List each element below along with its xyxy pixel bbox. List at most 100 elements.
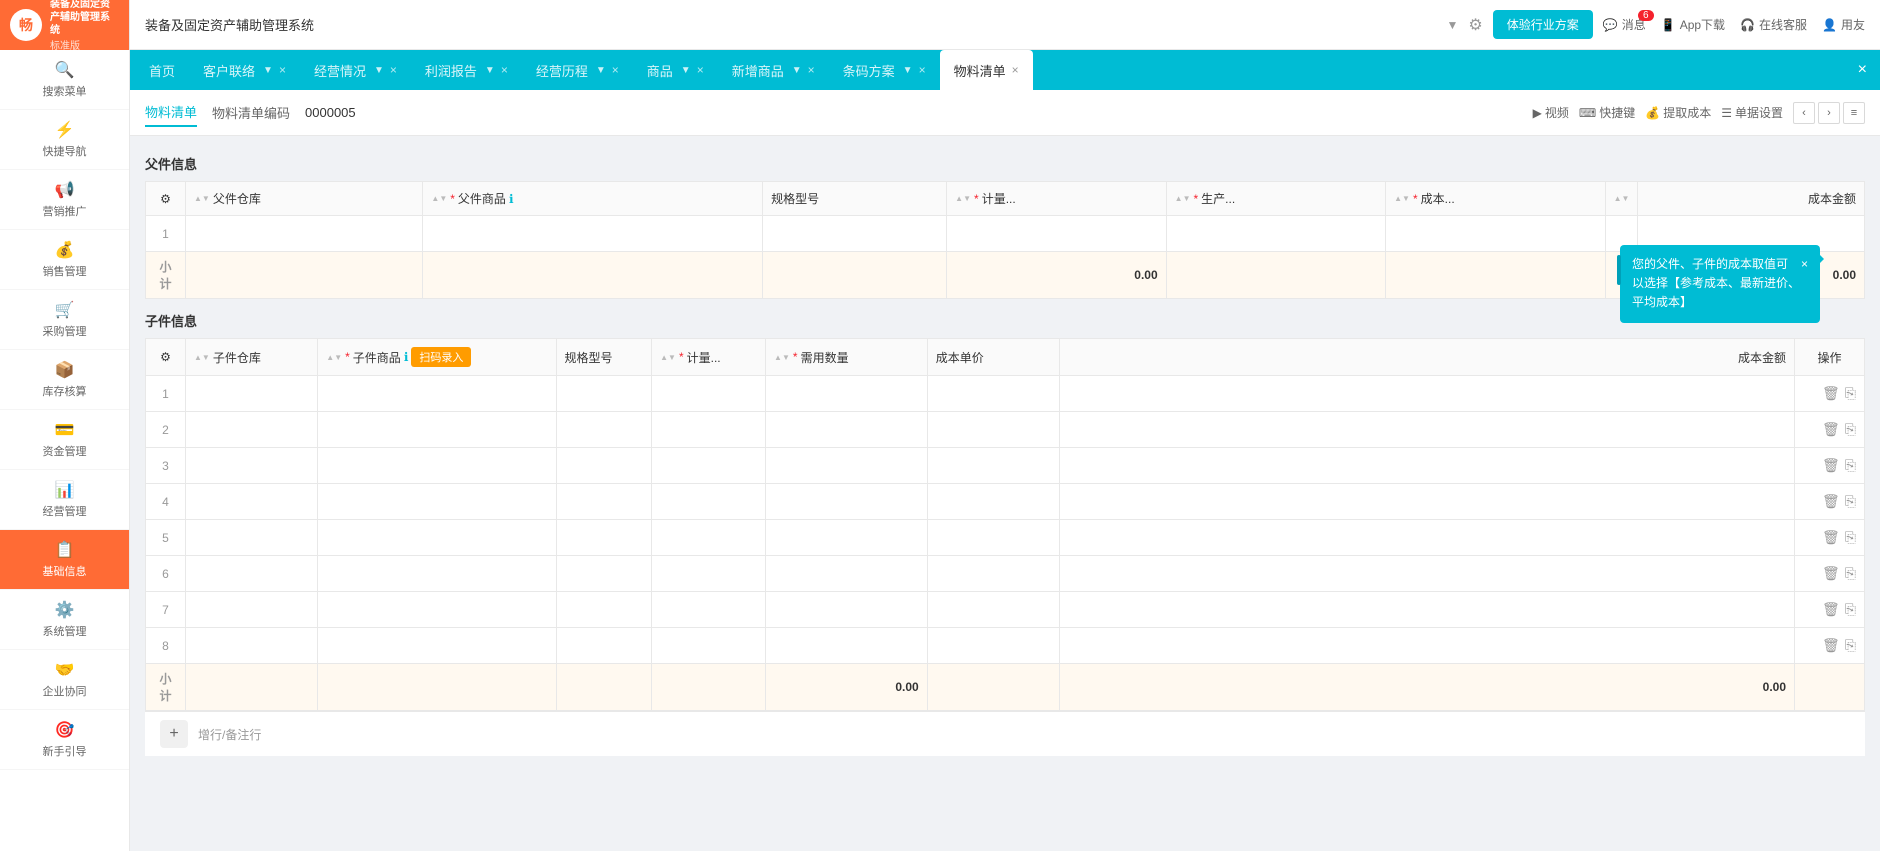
tab-bom[interactable]: 物料清单 × xyxy=(940,50,1033,90)
sidebar-item-finance[interactable]: 💳 资金管理 xyxy=(0,410,129,470)
child-quantity-cell[interactable] xyxy=(766,412,928,448)
child-cost-price-cell[interactable] xyxy=(927,520,1059,556)
child-col-settings[interactable]: ⚙ xyxy=(146,339,186,376)
tab-operations[interactable]: 经营情况 ▼ × xyxy=(300,50,411,90)
tab-close-icon[interactable]: × xyxy=(808,63,815,77)
add-row-button[interactable]: + xyxy=(160,720,188,748)
shortcut-action[interactable]: ⌨ 快捷键 xyxy=(1579,104,1635,121)
delete-icon[interactable]: 🗑 xyxy=(1822,601,1840,618)
sub-tab-bom-list[interactable]: 物料清单 xyxy=(145,98,197,127)
parent-cost-cell[interactable] xyxy=(1386,216,1605,252)
menu-arrow[interactable]: ≡ xyxy=(1843,102,1865,124)
sidebar-item-purchase[interactable]: 🛒 采购管理 xyxy=(0,290,129,350)
child-unit-cell[interactable] xyxy=(652,448,766,484)
delete-icon[interactable]: 🗑 xyxy=(1822,421,1840,438)
delete-icon[interactable]: 🗑 xyxy=(1822,457,1840,474)
tab-goods[interactable]: 商品 ▼ × xyxy=(633,50,718,90)
child-unit-cell[interactable] xyxy=(652,556,766,592)
sidebar-item-marketing[interactable]: 📢 营销推广 xyxy=(0,170,129,230)
sidebar-item-guide[interactable]: 🎯 新手引导 xyxy=(0,710,129,770)
close-all-tabs-button[interactable]: × xyxy=(1850,61,1875,79)
sidebar-item-system[interactable]: ⚙️ 系统管理 xyxy=(0,590,129,650)
parent-spec-cell[interactable] xyxy=(763,216,947,252)
child-warehouse-cell[interactable] xyxy=(186,484,318,520)
sidebar-item-sales[interactable]: 💰 销售管理 xyxy=(0,230,129,290)
child-quantity-cell[interactable] xyxy=(766,556,928,592)
tab-history[interactable]: 经营历程 ▼ × xyxy=(522,50,633,90)
copy-icon[interactable]: ⎘ xyxy=(1845,601,1856,618)
child-quantity-cell[interactable] xyxy=(766,520,928,556)
child-goods-cell[interactable] xyxy=(318,448,556,484)
tab-close-icon[interactable]: × xyxy=(919,63,926,77)
delete-icon[interactable]: 🗑 xyxy=(1822,529,1840,546)
sub-tab-bom-code[interactable]: 物料清单编码 xyxy=(212,99,290,126)
tab-barcode[interactable]: 条码方案 ▼ × xyxy=(829,50,940,90)
child-goods-cell[interactable] xyxy=(318,412,556,448)
child-goods-cell[interactable] xyxy=(318,556,556,592)
tab-close-icon[interactable]: × xyxy=(501,63,508,77)
copy-icon[interactable]: ⎘ xyxy=(1845,421,1856,438)
delete-icon[interactable]: 🗑 xyxy=(1822,637,1840,654)
sidebar-item-search[interactable]: 🔍 搜索菜单 xyxy=(0,50,129,110)
child-goods-cell[interactable] xyxy=(318,628,556,664)
delete-icon[interactable]: 🗑 xyxy=(1822,565,1840,582)
child-cost-price-cell[interactable] xyxy=(927,484,1059,520)
scan-button[interactable]: 扫码录入 xyxy=(411,347,471,367)
child-goods-cell[interactable] xyxy=(318,520,556,556)
child-warehouse-cell[interactable] xyxy=(186,628,318,664)
doc-settings-action[interactable]: ☰ 单据设置 xyxy=(1721,104,1783,121)
child-goods-cell[interactable] xyxy=(318,376,556,412)
child-unit-cell[interactable] xyxy=(652,376,766,412)
next-arrow[interactable]: › xyxy=(1818,102,1840,124)
tab-close-icon[interactable]: × xyxy=(279,63,286,77)
copy-icon[interactable]: ⎘ xyxy=(1845,493,1856,510)
child-warehouse-cell[interactable] xyxy=(186,412,318,448)
child-quantity-cell[interactable] xyxy=(766,628,928,664)
tab-new-goods[interactable]: 新增商品 ▼ × xyxy=(718,50,829,90)
sidebar-item-operations[interactable]: 📊 经营管理 xyxy=(0,470,129,530)
user-action[interactable]: 👤 用友 xyxy=(1822,16,1865,33)
app-download-action[interactable]: 📱 App下载 xyxy=(1661,16,1725,33)
child-quantity-cell[interactable] xyxy=(766,448,928,484)
sidebar-item-basic[interactable]: 📋 基础信息 xyxy=(0,530,129,590)
child-spec-cell[interactable] xyxy=(556,556,652,592)
child-quantity-cell[interactable] xyxy=(766,376,928,412)
child-warehouse-cell[interactable] xyxy=(186,376,318,412)
child-spec-cell[interactable] xyxy=(556,592,652,628)
child-spec-cell[interactable] xyxy=(556,484,652,520)
child-warehouse-cell[interactable] xyxy=(186,448,318,484)
tooltip-close-button[interactable]: × xyxy=(1801,255,1808,274)
copy-icon[interactable]: ⎘ xyxy=(1845,457,1856,474)
child-warehouse-cell[interactable] xyxy=(186,520,318,556)
child-spec-cell[interactable] xyxy=(556,520,652,556)
child-spec-cell[interactable] xyxy=(556,628,652,664)
parent-col-settings[interactable]: ⚙ xyxy=(146,182,186,216)
tab-close-icon[interactable]: × xyxy=(612,63,619,77)
child-warehouse-cell[interactable] xyxy=(186,592,318,628)
child-cost-price-cell[interactable] xyxy=(927,376,1059,412)
trial-button[interactable]: 体验行业方案 xyxy=(1493,10,1593,39)
child-unit-cell[interactable] xyxy=(652,628,766,664)
child-unit-cell[interactable] xyxy=(652,484,766,520)
child-spec-cell[interactable] xyxy=(556,448,652,484)
parent-produce-cell[interactable] xyxy=(1166,216,1385,252)
prev-arrow[interactable]: ‹ xyxy=(1793,102,1815,124)
tab-close-icon[interactable]: × xyxy=(1012,63,1019,77)
delete-icon[interactable]: 🗑 xyxy=(1822,493,1840,510)
child-quantity-cell[interactable] xyxy=(766,484,928,520)
child-spec-cell[interactable] xyxy=(556,376,652,412)
child-cost-price-cell[interactable] xyxy=(927,448,1059,484)
parent-goods-cell[interactable] xyxy=(423,216,763,252)
child-warehouse-cell[interactable] xyxy=(186,556,318,592)
child-goods-cell[interactable] xyxy=(318,592,556,628)
child-cost-price-cell[interactable] xyxy=(927,592,1059,628)
sidebar-item-quick-nav[interactable]: ⚡ 快捷导航 xyxy=(0,110,129,170)
child-spec-cell[interactable] xyxy=(556,412,652,448)
copy-icon[interactable]: ⎘ xyxy=(1845,565,1856,582)
copy-icon[interactable]: ⎘ xyxy=(1845,637,1856,654)
child-quantity-cell[interactable] xyxy=(766,592,928,628)
settings-gear-icon[interactable]: ⚙ xyxy=(1468,15,1482,35)
child-cost-price-cell[interactable] xyxy=(927,412,1059,448)
copy-icon[interactable]: ⎘ xyxy=(1845,529,1856,546)
extract-cost-action[interactable]: 💰 提取成本 xyxy=(1645,104,1711,121)
